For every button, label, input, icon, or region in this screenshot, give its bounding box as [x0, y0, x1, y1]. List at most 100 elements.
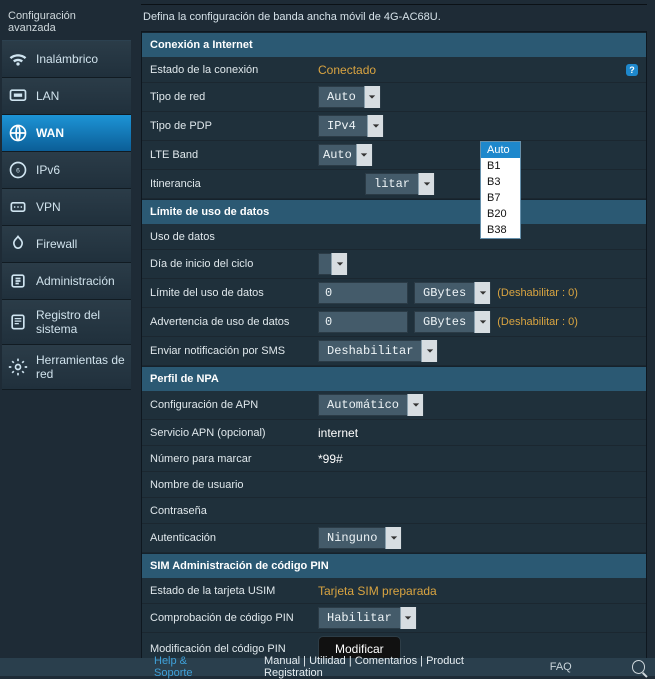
chevron-down-icon[interactable] [407, 394, 423, 416]
sidebar-item-label: Registro del sistema [36, 308, 125, 336]
label-pdptype: Tipo de PDP [142, 120, 318, 132]
lteband-dropdown[interactable]: Auto B1 B3 B7 B20 B38 [480, 141, 521, 239]
warn-unit-select[interactable]: GBytes [414, 311, 491, 333]
footer-faq[interactable]: FAQ [550, 661, 572, 673]
chevron-down-icon[interactable] [385, 527, 401, 549]
chevron-down-icon[interactable] [474, 282, 490, 304]
sidebar-item-label: Inalámbrico [36, 52, 98, 66]
vpn-icon [8, 197, 28, 217]
svg-text:6: 6 [16, 168, 20, 175]
value-dial: *99# [318, 452, 343, 466]
label-conn-status: Estado de la conexión [142, 64, 318, 76]
lan-icon [8, 86, 28, 106]
cycle-day-select[interactable] [318, 253, 348, 275]
label-apncfg: Configuración de APN [142, 399, 318, 411]
footer-links[interactable]: Manual | Utilidad | Comentarios | Produc… [264, 655, 510, 679]
sidebar-item-vpn[interactable]: VPN [2, 189, 131, 226]
label-usim-status: Estado de la tarjeta USIM [142, 585, 318, 597]
sidebar-item-wireless[interactable]: Inalámbrico [2, 41, 131, 78]
lteband-option[interactable]: B1 [481, 158, 520, 174]
sms-select[interactable]: Deshabilitar [318, 340, 438, 362]
sidebar-item-label: IPv6 [36, 163, 60, 177]
sidebar-header: Configuración avanzada [2, 4, 131, 41]
globe-icon [8, 123, 28, 143]
chevron-down-icon[interactable] [418, 173, 434, 195]
section-internet: Conexión a Internet [142, 32, 646, 57]
chevron-down-icon[interactable] [331, 253, 347, 275]
wifi-icon [8, 49, 28, 69]
roaming-value: litar [366, 177, 418, 191]
chevron-down-icon[interactable] [364, 86, 380, 108]
chevron-down-icon[interactable] [474, 311, 490, 333]
apncfg-select[interactable]: Automático [318, 394, 424, 416]
lteband-option[interactable]: B7 [481, 190, 520, 206]
sidebar-item-label: Herramientas de red [36, 353, 125, 381]
intro-text: Defina la configuración de banda ancha m… [141, 4, 647, 31]
sidebar-item-lan[interactable]: LAN [2, 78, 131, 115]
label-dial: Número para marcar [142, 453, 318, 465]
search-icon[interactable] [632, 660, 645, 674]
lteband-option[interactable]: B3 [481, 174, 520, 190]
value-apnservice: internet [318, 426, 358, 440]
limit-unit-value: GBytes [415, 286, 474, 300]
pincheck-value: Habilitar [319, 611, 400, 625]
sidebar-item-nettools[interactable]: Herramientas de red [2, 345, 131, 390]
label-cycle-day: Día de inicio del ciclo [142, 258, 318, 270]
pdptype-select[interactable]: IPv4 [318, 115, 384, 137]
label-pincheck: Comprobación de código PIN [142, 612, 318, 624]
auth-select[interactable]: Ninguno [318, 527, 402, 549]
label-sms: Enviar notificación por SMS [142, 345, 318, 357]
admin-icon [8, 271, 28, 291]
lteband-option[interactable]: B20 [481, 206, 520, 222]
pdptype-value: IPv4 [319, 119, 367, 133]
label-roaming: Itinerancia [142, 178, 318, 190]
section-simpin: SIM Administración de código PIN [142, 553, 646, 578]
sidebar-item-label: WAN [36, 126, 64, 140]
sidebar-item-firewall[interactable]: Firewall [2, 226, 131, 263]
pincheck-select[interactable]: Habilitar [318, 607, 417, 629]
sidebar-item-wan[interactable]: WAN [2, 115, 131, 152]
label-nettype: Tipo de red [142, 91, 318, 103]
lteband-option[interactable]: B38 [481, 222, 520, 238]
label-username: Nombre de usuario [142, 479, 318, 491]
value-conn-status: Conectado [318, 63, 376, 77]
help-icon[interactable]: ? [626, 64, 638, 76]
label-auth: Autenticación [142, 532, 318, 544]
ipv6-icon: 6 [8, 160, 28, 180]
roaming-select[interactable]: litar [365, 173, 435, 195]
chevron-down-icon[interactable] [400, 607, 416, 629]
auth-value: Ninguno [319, 531, 385, 545]
lteband-value: Auto [319, 148, 356, 162]
label-lteband: LTE Band [142, 149, 318, 161]
sidebar-item-label: Firewall [36, 237, 77, 251]
sidebar-item-ipv6[interactable]: 6 IPv6 [2, 152, 131, 189]
nettype-select[interactable]: Auto [318, 86, 381, 108]
chevron-down-icon[interactable] [356, 144, 372, 166]
footer-help[interactable]: Help & Soporte [154, 655, 224, 679]
limit-hint: (Deshabilitar : 0) [497, 287, 578, 299]
label-password: Contraseña [142, 505, 318, 517]
lteband-select[interactable]: Auto [318, 144, 373, 166]
footer: Help & Soporte Manual | Utilidad | Comen… [0, 658, 655, 676]
label-limit: Límite del uso de datos [142, 287, 318, 299]
value-usim-status: Tarjeta SIM preparada [318, 584, 437, 598]
sidebar-item-label: VPN [36, 200, 61, 214]
nettype-value: Auto [319, 90, 364, 104]
sidebar-item-syslog[interactable]: Registro del sistema [2, 300, 131, 345]
chevron-down-icon[interactable] [367, 115, 383, 137]
sidebar-item-label: Administración [36, 274, 115, 288]
apncfg-value: Automático [319, 398, 407, 412]
warn-hint: (Deshabilitar : 0) [497, 316, 578, 328]
sms-value: Deshabilitar [319, 344, 421, 358]
warn-unit-value: GBytes [415, 315, 474, 329]
section-npa: Perfil de NPA [142, 366, 646, 391]
sidebar-item-admin[interactable]: Administración [2, 263, 131, 300]
sidebar-item-label: LAN [36, 89, 59, 103]
firewall-icon [8, 234, 28, 254]
chevron-down-icon[interactable] [421, 340, 437, 362]
limit-input[interactable] [318, 282, 408, 304]
warn-input[interactable] [318, 311, 408, 333]
limit-unit-select[interactable]: GBytes [414, 282, 491, 304]
syslog-icon [8, 312, 28, 332]
lteband-option[interactable]: Auto [481, 142, 520, 158]
